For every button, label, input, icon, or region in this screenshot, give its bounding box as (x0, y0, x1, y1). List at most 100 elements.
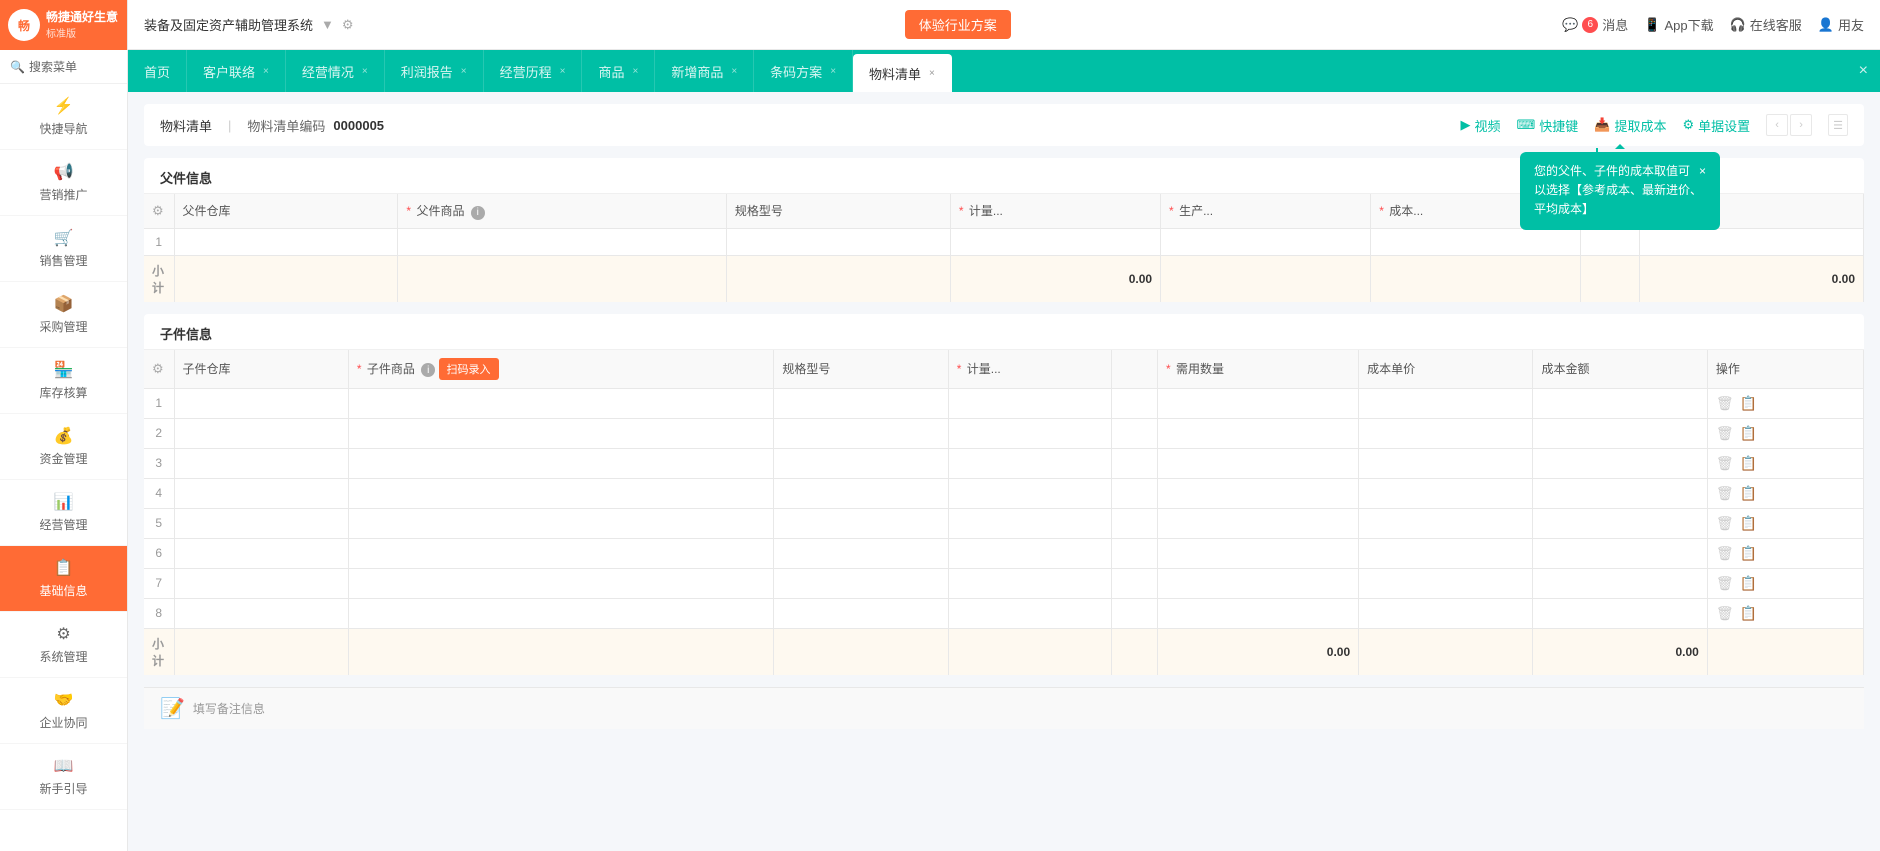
col-gear-icon[interactable]: ⚙ (152, 203, 164, 218)
sidebar-item-inventory[interactable]: 🏪 库存核算 (0, 348, 127, 414)
delete-icon-3[interactable]: 🗑 (1716, 455, 1734, 472)
delete-icon-1[interactable]: 🗑 (1716, 395, 1734, 412)
child-row-7-goods[interactable] (348, 568, 774, 598)
bottom-placeholder[interactable]: 填写备注信息 (193, 700, 265, 717)
copy-icon-6[interactable]: 📋 (1740, 545, 1757, 562)
tab-new-goods[interactable]: 新增商品 × (655, 50, 754, 92)
tab-business-history[interactable]: 经营历程 × (484, 50, 583, 92)
single-settings-button[interactable]: ⚙ 单据设置 (1682, 116, 1750, 135)
menu-button[interactable]: ☰ (1828, 114, 1848, 136)
child-row-1-unit[interactable] (948, 388, 1112, 418)
sidebar-item-guide[interactable]: 📖 新手引导 (0, 744, 127, 810)
child-col-gear-icon[interactable]: ⚙ (152, 361, 164, 376)
child-row-4-unit-cost[interactable] (1359, 478, 1533, 508)
parent-goods-cell[interactable] (398, 228, 727, 255)
child-row-5-warehouse[interactable] (174, 508, 348, 538)
child-row-6-unit[interactable] (948, 538, 1112, 568)
child-row-2-spec[interactable] (774, 418, 948, 448)
scan-input-button[interactable]: 扫码录入 (439, 358, 499, 380)
child-row-2-warehouse[interactable] (174, 418, 348, 448)
child-row-2-goods[interactable] (348, 418, 774, 448)
child-row-8-warehouse[interactable] (174, 598, 348, 628)
view-video-button[interactable]: ▶ 视频 (1460, 116, 1500, 135)
sidebar-item-system[interactable]: ⚙ 系统管理 (0, 612, 127, 678)
sidebar-item-operations[interactable]: 📊 经营管理 (0, 480, 127, 546)
child-row-4-unit[interactable] (948, 478, 1112, 508)
close-all-tabs[interactable]: × (1847, 62, 1880, 80)
copy-icon-2[interactable]: 📋 (1740, 425, 1757, 442)
sidebar-item-quick-nav[interactable]: ⚡ 快捷导航 (0, 84, 127, 150)
child-row-8-unit[interactable] (948, 598, 1112, 628)
parent-col-settings[interactable]: ⚙ (144, 194, 174, 228)
copy-icon-5[interactable]: 📋 (1740, 515, 1757, 532)
tab-home[interactable]: 首页 (128, 50, 187, 92)
child-row-6-qty[interactable] (1157, 538, 1358, 568)
tab-profit-report[interactable]: 利润报告 × (385, 50, 484, 92)
child-row-8-goods[interactable] (348, 598, 774, 628)
child-row-8-spec[interactable] (774, 598, 948, 628)
parent-production-cell[interactable] (1161, 228, 1371, 255)
child-row-3-unit[interactable] (948, 448, 1112, 478)
gear-icon[interactable]: ⚙ (342, 17, 354, 33)
prev-button[interactable]: ‹ (1766, 114, 1788, 136)
tab-barcode[interactable]: 条码方案 × (754, 50, 853, 92)
message-button[interactable]: 💬 6 消息 (1562, 15, 1628, 34)
child-col-settings[interactable]: ⚙ (144, 350, 174, 389)
sidebar-item-finance[interactable]: 💰 资金管理 (0, 414, 127, 480)
child-row-5-unit[interactable] (948, 508, 1112, 538)
next-button[interactable]: › (1790, 114, 1812, 136)
child-row-7-unit-cost[interactable] (1359, 568, 1533, 598)
child-row-8-unit-cost[interactable] (1359, 598, 1533, 628)
child-row-3-warehouse[interactable] (174, 448, 348, 478)
child-row-6-unit-cost[interactable] (1359, 538, 1533, 568)
copy-icon-3[interactable]: 📋 (1740, 455, 1757, 472)
child-row-5-unit-cost[interactable] (1359, 508, 1533, 538)
child-row-2-qty[interactable] (1157, 418, 1358, 448)
child-row-7-spec[interactable] (774, 568, 948, 598)
child-row-3-goods[interactable] (348, 448, 774, 478)
tooltip-close-button[interactable]: × (1699, 162, 1706, 181)
try-button[interactable]: 体验行业方案 (905, 10, 1011, 39)
sidebar-item-sales[interactable]: 🛒 销售管理 (0, 216, 127, 282)
sidebar-item-purchase[interactable]: 📦 采购管理 (0, 282, 127, 348)
child-row-6-goods[interactable] (348, 538, 774, 568)
parent-warehouse-cell[interactable] (174, 228, 398, 255)
child-row-1-warehouse[interactable] (174, 388, 348, 418)
sidebar-item-basic-info[interactable]: 📋 基础信息 (0, 546, 127, 612)
delete-icon-6[interactable]: 🗑 (1716, 545, 1734, 562)
child-row-3-unit-cost[interactable] (1359, 448, 1533, 478)
copy-icon-1[interactable]: 📋 (1740, 395, 1757, 412)
tab-goods-close[interactable]: × (632, 66, 638, 77)
child-row-5-goods[interactable] (348, 508, 774, 538)
tab-barcode-close[interactable]: × (830, 66, 836, 77)
child-row-2-unit-cost[interactable] (1359, 418, 1533, 448)
tab-customer[interactable]: 客户联络 × (187, 50, 286, 92)
child-row-6-spec[interactable] (774, 538, 948, 568)
tab-customer-close[interactable]: × (263, 66, 269, 77)
child-goods-info-icon[interactable]: i (421, 363, 435, 377)
child-row-4-qty[interactable] (1157, 478, 1358, 508)
app-download-button[interactable]: 📱 App下载 (1644, 15, 1713, 34)
delete-icon-8[interactable]: 🗑 (1716, 605, 1734, 622)
sidebar-item-marketing[interactable]: 📢 营销推广 (0, 150, 127, 216)
delete-icon-7[interactable]: 🗑 (1716, 575, 1734, 592)
tab-bom-close[interactable]: × (929, 68, 935, 79)
copy-icon-7[interactable]: 📋 (1740, 575, 1757, 592)
extract-cost-button[interactable]: 📥 提取成本 (1594, 116, 1666, 135)
parent-spec-cell[interactable] (726, 228, 950, 255)
child-row-1-unit-cost[interactable] (1359, 388, 1533, 418)
child-row-4-spec[interactable] (774, 478, 948, 508)
dropdown-icon[interactable]: ▼ (321, 17, 334, 32)
parent-cost-cell[interactable] (1371, 228, 1581, 255)
sidebar-search[interactable]: 🔍 搜索菜单 (0, 50, 127, 84)
delete-icon-5[interactable]: 🗑 (1716, 515, 1734, 532)
child-row-1-qty[interactable] (1157, 388, 1358, 418)
delete-icon-4[interactable]: 🗑 (1716, 485, 1734, 502)
copy-icon-4[interactable]: 📋 (1740, 485, 1757, 502)
tab-newgoods-close[interactable]: × (731, 66, 737, 77)
tab-goods[interactable]: 商品 × (582, 50, 655, 92)
child-row-7-unit[interactable] (948, 568, 1112, 598)
child-row-5-spec[interactable] (774, 508, 948, 538)
tab-profit-close[interactable]: × (461, 66, 467, 77)
child-row-1-goods[interactable] (348, 388, 774, 418)
